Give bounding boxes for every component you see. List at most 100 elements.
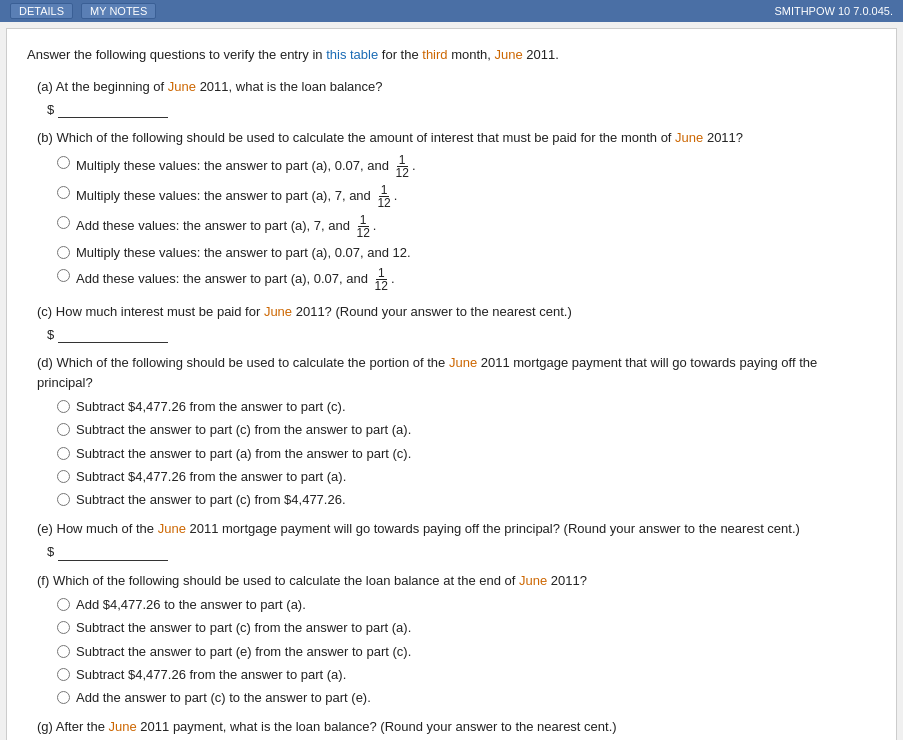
part-d-radio-1[interactable] xyxy=(57,400,70,413)
part-b-option-2-text: Multiply these values: the answer to par… xyxy=(76,184,397,209)
part-b-radio-1[interactable] xyxy=(57,156,70,169)
part-b-option-4-text: Multiply these values: the answer to par… xyxy=(76,244,411,262)
part-d-option-3: Subtract the answer to part (a) from the… xyxy=(57,445,876,463)
part-a-text1: At the beginning of xyxy=(53,79,168,94)
part-a-label: (a) xyxy=(37,79,53,94)
part-b-option-3: Add these values: the answer to part (a)… xyxy=(57,214,876,239)
part-e-question: (e) How much of the June 2011 mortgage p… xyxy=(37,519,876,539)
part-a-question: (a) At the beginning of June 2011, what … xyxy=(37,77,876,97)
part-c-label: (c) xyxy=(37,304,52,319)
part-d-option-2-text: Subtract the answer to part (c) from the… xyxy=(76,421,411,439)
part-g-text1: After the xyxy=(53,719,109,734)
intro2-text: for the xyxy=(378,47,422,62)
part-b-option-1-text: Multiply these values: the answer to par… xyxy=(76,154,416,179)
part-f-option-3: Subtract the answer to part (e) from the… xyxy=(57,643,876,661)
part-b-option-1: Multiply these values: the answer to par… xyxy=(57,154,876,179)
part-f-june: June xyxy=(519,573,547,588)
fraction-b5: 112 xyxy=(373,267,390,292)
part-g-text2: 2011 payment, what is the loan balance? … xyxy=(137,719,617,734)
part-a-input-line: $ xyxy=(47,100,876,118)
part-f-radio-2[interactable] xyxy=(57,621,70,634)
part-f-option-5: Add the answer to part (c) to the answer… xyxy=(57,689,876,707)
question-header: Answer the following questions to verify… xyxy=(27,45,876,65)
part-f-text2: 2011? xyxy=(547,573,587,588)
part-f-option-1-text: Add $4,477.26 to the answer to part (a). xyxy=(76,596,306,614)
part-c-text2: 2011? (Round your answer to the nearest … xyxy=(292,304,572,319)
part-d-option-2: Subtract the answer to part (c) from the… xyxy=(57,421,876,439)
part-a-input[interactable] xyxy=(58,100,168,118)
part-g-label: (g) xyxy=(37,719,53,734)
part-b-text2: 2011? xyxy=(703,130,743,145)
part-f-option-3-text: Subtract the answer to part (e) from the… xyxy=(76,643,411,661)
fraction-b1: 112 xyxy=(394,154,411,179)
part-f-radio-3[interactable] xyxy=(57,645,70,658)
part-d-radio-5[interactable] xyxy=(57,493,70,506)
part-f-option-4: Subtract $4,477.26 from the answer to pa… xyxy=(57,666,876,684)
part-d-option-4: Subtract $4,477.26 from the answer to pa… xyxy=(57,468,876,486)
this-table-link[interactable]: this table xyxy=(326,47,378,62)
part-f-option-5-text: Add the answer to part (c) to the answer… xyxy=(76,689,371,707)
part-d-june: June xyxy=(449,355,477,370)
intro3-text: month, xyxy=(448,47,495,62)
part-e-input[interactable] xyxy=(58,543,168,561)
part-d-option-1: Subtract $4,477.26 from the answer to pa… xyxy=(57,398,876,416)
fraction-b3: 112 xyxy=(355,214,372,239)
part-d-text1: Which of the following should be used to… xyxy=(53,355,449,370)
part-d-option-5-text: Subtract the answer to part (c) from $4,… xyxy=(76,491,346,509)
part-c-june: June xyxy=(264,304,292,319)
part-a-text2: 2011, what is the loan balance? xyxy=(196,79,382,94)
part-d-radio-3[interactable] xyxy=(57,447,70,460)
part-b-radio-2[interactable] xyxy=(57,186,70,199)
part-f-radio-5[interactable] xyxy=(57,691,70,704)
part-e-text1: How much of the xyxy=(53,521,158,536)
part-e-june: June xyxy=(158,521,186,536)
main-container: Answer the following questions to verify… xyxy=(6,28,897,740)
part-f-option-2: Subtract the answer to part (c) from the… xyxy=(57,619,876,637)
part-d-option-4-text: Subtract $4,477.26 from the answer to pa… xyxy=(76,468,346,486)
part-b-question: (b) Which of the following should be use… xyxy=(37,128,876,148)
third-highlight: third xyxy=(422,47,447,62)
part-f-option-4-text: Subtract $4,477.26 from the answer to pa… xyxy=(76,666,346,684)
part-c-question: (c) How much interest must be paid for J… xyxy=(37,302,876,322)
part-f-text1: Which of the following should be used to… xyxy=(49,573,519,588)
part-b-june: June xyxy=(675,130,703,145)
part-g-june: June xyxy=(109,719,137,734)
part-f-question: (f) Which of the following should be use… xyxy=(37,571,876,591)
details-button[interactable]: DETAILS xyxy=(10,3,73,19)
top-bar-right-text: SMITHPOW 10 7.0.045. xyxy=(774,5,893,17)
part-b-label: (b) xyxy=(37,130,53,145)
part-d-label: (d) xyxy=(37,355,53,370)
june-header-highlight: June xyxy=(495,47,523,62)
part-d-option-3-text: Subtract the answer to part (a) from the… xyxy=(76,445,411,463)
part-d-option-1-text: Subtract $4,477.26 from the answer to pa… xyxy=(76,398,346,416)
part-b-radio-4[interactable] xyxy=(57,246,70,259)
part-f-radio-group: Add $4,477.26 to the answer to part (a).… xyxy=(57,596,876,707)
part-b-option-3-text: Add these values: the answer to part (a)… xyxy=(76,214,376,239)
part-d-radio-2[interactable] xyxy=(57,423,70,436)
part-f-option-2-text: Subtract the answer to part (c) from the… xyxy=(76,619,411,637)
part-a-dollar: $ xyxy=(47,102,54,117)
part-d-radio-4[interactable] xyxy=(57,470,70,483)
part-e-text2: 2011 mortgage payment will go towards pa… xyxy=(186,521,800,536)
part-c-dollar: $ xyxy=(47,327,54,342)
part-a-june: June xyxy=(168,79,196,94)
part-b-radio-3[interactable] xyxy=(57,216,70,229)
part-d-question: (d) Which of the following should be use… xyxy=(37,353,876,392)
part-b-option-5-text: Add these values: the answer to part (a)… xyxy=(76,267,395,292)
part-b-radio-5[interactable] xyxy=(57,269,70,282)
part-f-radio-1[interactable] xyxy=(57,598,70,611)
part-c-input[interactable] xyxy=(58,325,168,343)
part-d-option-5: Subtract the answer to part (c) from $4,… xyxy=(57,491,876,509)
part-b-radio-group: Multiply these values: the answer to par… xyxy=(57,154,876,292)
fraction-b2: 112 xyxy=(375,184,392,209)
part-g-question: (g) After the June 2011 payment, what is… xyxy=(37,717,876,737)
part-e-input-line: $ xyxy=(47,543,876,561)
my-notes-button[interactable]: MY NOTES xyxy=(81,3,156,19)
intro-text: Answer the following questions to verify… xyxy=(27,47,326,62)
part-e-dollar: $ xyxy=(47,544,54,559)
part-c-text1: How much interest must be paid for xyxy=(52,304,264,319)
part-b-option-5: Add these values: the answer to part (a)… xyxy=(57,267,876,292)
part-f-option-1: Add $4,477.26 to the answer to part (a). xyxy=(57,596,876,614)
part-f-radio-4[interactable] xyxy=(57,668,70,681)
part-c-input-line: $ xyxy=(47,325,876,343)
